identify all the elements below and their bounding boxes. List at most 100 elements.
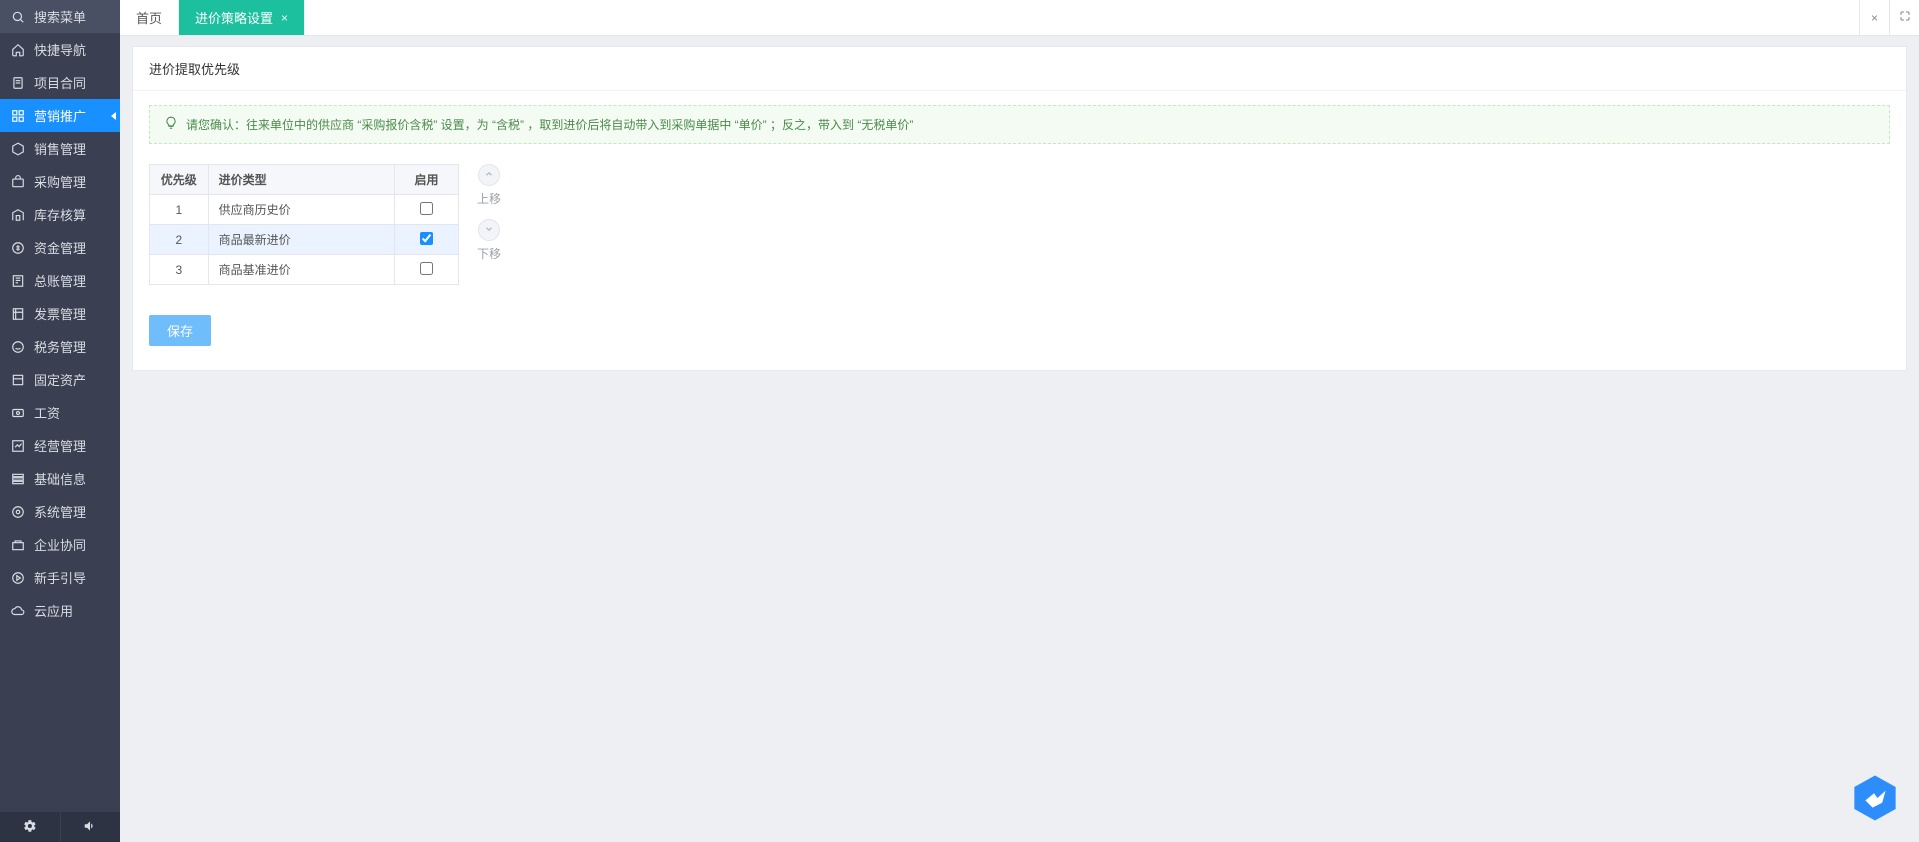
sidebar-item-0[interactable]: 搜索菜单 (0, 0, 120, 33)
enable-checkbox[interactable] (420, 262, 433, 275)
asset-icon (10, 372, 26, 388)
enable-checkbox[interactable] (420, 232, 433, 245)
tab-0[interactable]: 首页 (120, 0, 179, 35)
sidebar-item-2[interactable]: 项目合同 (0, 66, 120, 99)
sidebar-item-3[interactable]: 营销推广 (0, 99, 120, 132)
sidebar-item-label: 税务管理 (34, 337, 86, 356)
fullscreen-icon (1899, 10, 1911, 25)
search-icon (10, 9, 26, 25)
table-row[interactable]: 2商品最新进价 (150, 225, 459, 255)
invoice-icon (10, 306, 26, 322)
purchase-icon (10, 174, 26, 190)
fund-icon (10, 240, 26, 256)
tip-text: 请您确认：往来单位中的供应商 “采购报价含税” 设置，为 “含税” ，取到进价后… (186, 116, 913, 133)
sidebar-item-label: 库存核算 (34, 205, 86, 224)
sidebar-item-label: 发票管理 (34, 304, 86, 323)
tab-1[interactable]: 进价策略设置 × (179, 0, 305, 35)
sidebar-item-13[interactable]: 经营管理 (0, 429, 120, 462)
sidebar-item-label: 资金管理 (34, 238, 86, 257)
sidebar: 搜索菜单快捷导航项目合同营销推广销售管理采购管理库存核算资金管理总账管理发票管理… (0, 0, 120, 842)
sidebar-item-6[interactable]: 库存核算 (0, 198, 120, 231)
base-icon (10, 471, 26, 487)
guide-icon (10, 570, 26, 586)
reorder-controls: 上移 下移 (477, 164, 501, 274)
bird-icon (1851, 774, 1899, 822)
sidebar-item-14[interactable]: 基础信息 (0, 462, 120, 495)
tab-label: 进价策略设置 (195, 8, 273, 27)
sidebar-item-7[interactable]: 资金管理 (0, 231, 120, 264)
assistant-dock[interactable] (1851, 774, 1899, 822)
ledger-icon (10, 273, 26, 289)
sidebar-item-label: 营销推广 (34, 106, 86, 125)
sidebar-item-label: 快捷导航 (34, 40, 86, 59)
sidebar-item-4[interactable]: 销售管理 (0, 132, 120, 165)
priority-table: 优先级 进价类型 启用 1供应商历史价2商品最新进价3商品基准进价 (149, 164, 459, 285)
system-icon (10, 504, 26, 520)
operate-icon (10, 438, 26, 454)
sidebar-item-label: 基础信息 (34, 469, 86, 488)
cell-priority: 2 (150, 225, 209, 255)
fullscreen-button[interactable] (1889, 0, 1919, 35)
lightbulb-icon (164, 116, 178, 133)
close-icon: × (1871, 11, 1878, 25)
sidebar-item-8[interactable]: 总账管理 (0, 264, 120, 297)
volume-icon (83, 819, 97, 836)
sidebar-item-18[interactable]: 云应用 (0, 594, 120, 627)
sidebar-item-label: 系统管理 (34, 502, 86, 521)
cloud-icon (10, 603, 26, 619)
enable-checkbox[interactable] (420, 202, 433, 215)
tabbar-actions: × (1859, 0, 1919, 35)
settings-button[interactable] (0, 812, 60, 842)
active-arrow-icon (111, 112, 116, 120)
move-down-label: 下移 (477, 245, 501, 262)
tax-icon (10, 339, 26, 355)
sidebar-item-label: 企业协同 (34, 535, 86, 554)
sidebar-item-label: 新手引导 (34, 568, 86, 587)
panel-title: 进价提取优先级 (133, 47, 1906, 91)
col-enable: 启用 (395, 165, 459, 195)
close-all-tabs-button[interactable]: × (1859, 0, 1889, 35)
sales-icon (10, 141, 26, 157)
sidebar-item-label: 云应用 (34, 601, 73, 620)
tab-label: 首页 (136, 8, 162, 27)
move-down-button[interactable] (478, 219, 500, 241)
home-icon (10, 42, 26, 58)
sidebar-item-label: 总账管理 (34, 271, 86, 290)
sidebar-item-1[interactable]: 快捷导航 (0, 33, 120, 66)
table-row[interactable]: 1供应商历史价 (150, 195, 459, 225)
sidebar-item-16[interactable]: 企业协同 (0, 528, 120, 561)
sidebar-item-11[interactable]: 固定资产 (0, 363, 120, 396)
save-button[interactable]: 保存 (149, 315, 211, 346)
cell-priority: 3 (150, 255, 209, 285)
coop-icon (10, 537, 26, 553)
chevron-up-icon (484, 168, 494, 182)
sidebar-item-label: 固定资产 (34, 370, 86, 389)
inventory-icon (10, 207, 26, 223)
move-up-button[interactable] (478, 164, 500, 186)
sidebar-item-label: 搜索菜单 (34, 7, 86, 26)
sidebar-item-17[interactable]: 新手引导 (0, 561, 120, 594)
tab-bar: 首页 进价策略设置 × × (120, 0, 1919, 36)
sidebar-item-15[interactable]: 系统管理 (0, 495, 120, 528)
cell-type: 商品最新进价 (208, 225, 394, 255)
table-row[interactable]: 3商品基准进价 (150, 255, 459, 285)
sidebar-item-label: 采购管理 (34, 172, 86, 191)
tab-close-icon[interactable]: × (281, 11, 288, 25)
sidebar-item-9[interactable]: 发票管理 (0, 297, 120, 330)
sidebar-item-label: 销售管理 (34, 139, 86, 158)
contract-icon (10, 75, 26, 91)
content-area: 进价提取优先级 请您确认：往来单位中的供应商 “采购报价含税” 设置，为 “含税… (120, 36, 1919, 842)
col-priority: 优先级 (150, 165, 209, 195)
sidebar-item-5[interactable]: 采购管理 (0, 165, 120, 198)
cell-type: 供应商历史价 (208, 195, 394, 225)
sidebar-item-12[interactable]: 工资 (0, 396, 120, 429)
volume-button[interactable] (60, 812, 121, 842)
marketing-icon (10, 108, 26, 124)
gear-icon (23, 819, 37, 836)
sidebar-footer (0, 812, 120, 842)
move-up-label: 上移 (477, 190, 501, 207)
chevron-down-icon (484, 223, 494, 237)
col-type: 进价类型 (208, 165, 394, 195)
tip-message: 请您确认：往来单位中的供应商 “采购报价含税” 设置，为 “含税” ，取到进价后… (149, 105, 1890, 144)
sidebar-item-10[interactable]: 税务管理 (0, 330, 120, 363)
